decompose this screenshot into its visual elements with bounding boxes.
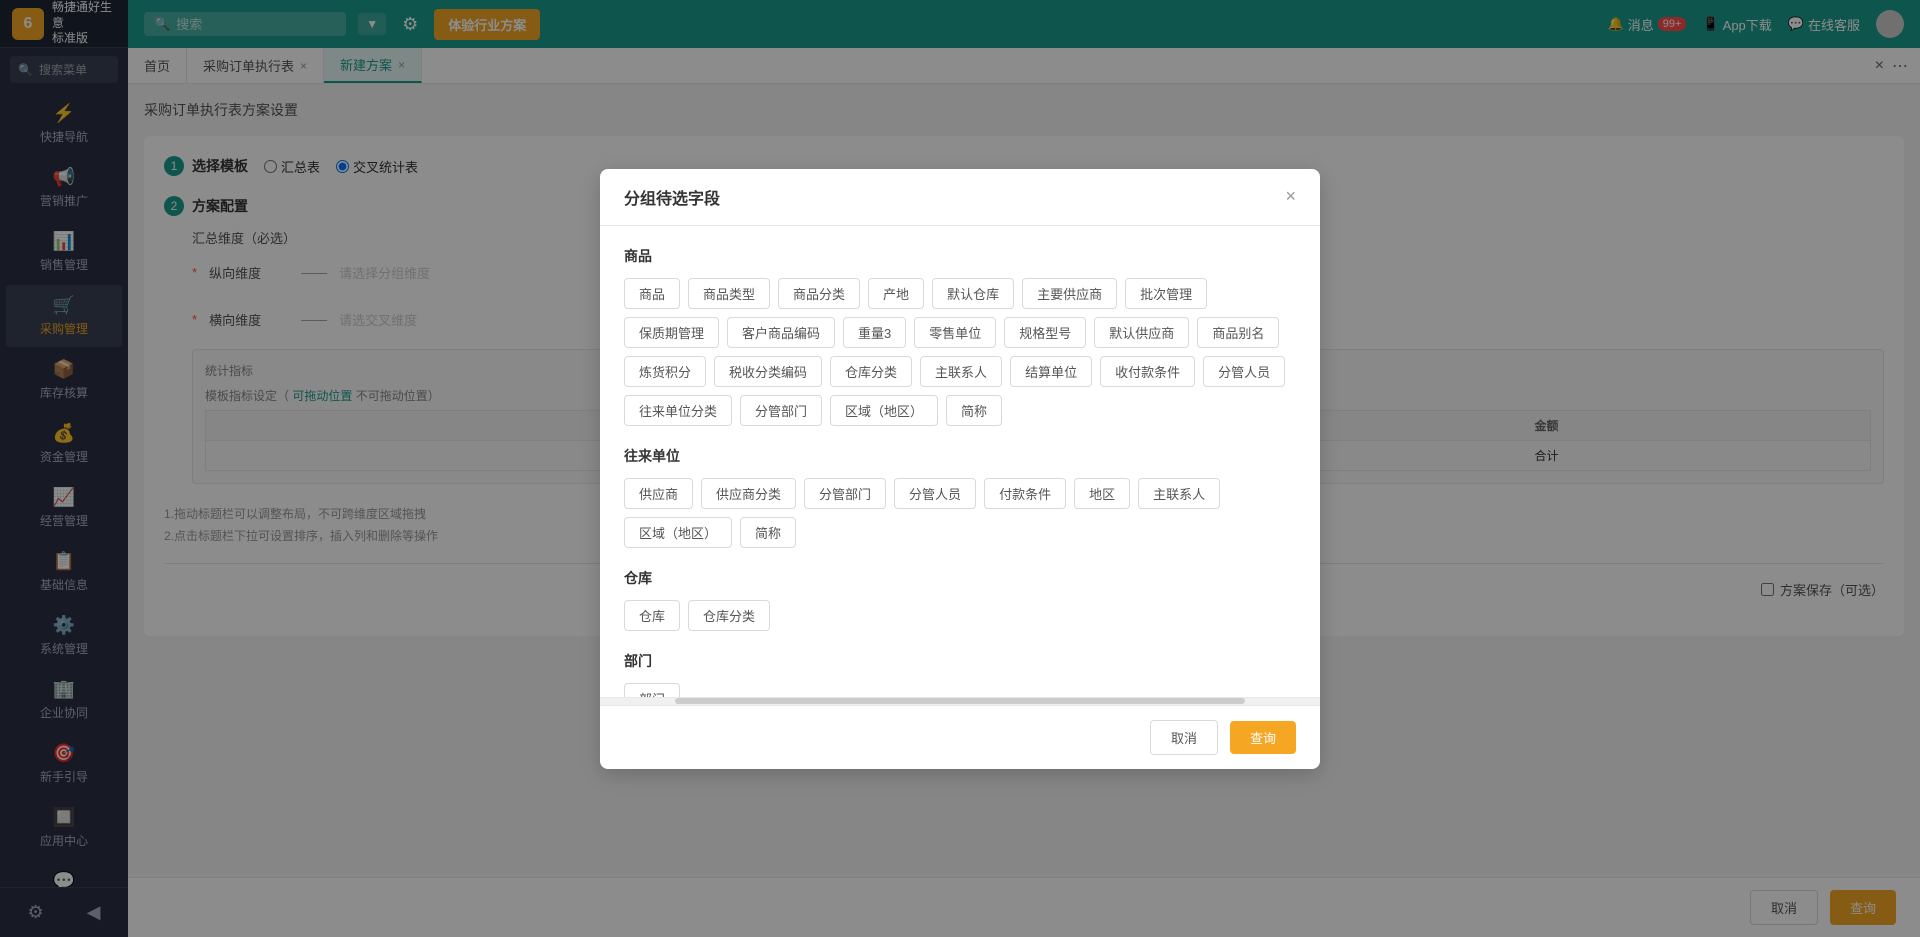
modal-section-tags-goods: 商品商品类型商品分类产地默认仓库主要供应商批次管理保质期管理客户商品编码重量3 零…: [624, 278, 1296, 426]
field-tag-goods-21[interactable]: 往来单位分类: [624, 395, 732, 426]
field-tag-goods-9[interactable]: 重量3: [843, 317, 906, 348]
modal-section-title-partner: 往来单位: [624, 446, 1296, 466]
modal-section-title-warehouse: 仓库: [624, 568, 1296, 588]
field-tag-partner-6[interactable]: 主联系人: [1138, 478, 1220, 509]
field-tag-goods-15[interactable]: 税收分类编码: [714, 356, 822, 387]
modal-section-warehouse: 仓库仓库仓库分类: [624, 568, 1296, 631]
field-tag-goods-18[interactable]: 结算单位: [1010, 356, 1092, 387]
field-tag-partner-0[interactable]: 供应商: [624, 478, 693, 509]
field-tag-goods-1[interactable]: 商品类型: [688, 278, 770, 309]
field-tag-goods-24[interactable]: 简称: [946, 395, 1002, 426]
field-tag-partner-5[interactable]: 地区: [1074, 478, 1130, 509]
modal-close-button[interactable]: ×: [1285, 186, 1296, 207]
field-tag-partner-1[interactable]: 供应商分类: [701, 478, 796, 509]
modal-horizontal-scrollbar[interactable]: [600, 697, 1320, 705]
field-tag-goods-20[interactable]: 分管人员: [1203, 356, 1285, 387]
modal-header: 分组待选字段 ×: [600, 169, 1320, 226]
field-tag-goods-2[interactable]: 商品分类: [778, 278, 860, 309]
field-tag-goods-8[interactable]: 客户商品编码: [727, 317, 835, 348]
modal-cancel-button[interactable]: 取消: [1150, 720, 1218, 755]
field-tag-goods-23[interactable]: 区域（地区）: [830, 395, 938, 426]
modal-title: 分组待选字段: [624, 185, 720, 209]
modal-footer: 取消 查询: [600, 705, 1320, 769]
field-tag-partner-8[interactable]: 简称: [740, 517, 796, 548]
field-tag-goods-19[interactable]: 收付款条件: [1100, 356, 1195, 387]
field-tag-goods-3[interactable]: 产地: [868, 278, 924, 309]
modal-hscroll-thumb: [675, 698, 1245, 704]
field-tag-partner-3[interactable]: 分管人员: [894, 478, 976, 509]
modal-confirm-button[interactable]: 查询: [1230, 721, 1296, 754]
field-tag-partner-2[interactable]: 分管部门: [804, 478, 886, 509]
field-tag-goods-11[interactable]: 规格型号: [1004, 317, 1086, 348]
modal-section-title-department: 部门: [624, 651, 1296, 671]
modal-overlay[interactable]: 分组待选字段 × 商品商品商品类型商品分类产地默认仓库主要供应商批次管理保质期管…: [0, 0, 1920, 937]
field-tag-goods-7[interactable]: 保质期管理: [624, 317, 719, 348]
field-tag-goods-17[interactable]: 主联系人: [920, 356, 1002, 387]
field-tag-goods-22[interactable]: 分管部门: [740, 395, 822, 426]
modal-section-tags-warehouse: 仓库仓库分类: [624, 600, 1296, 631]
field-tag-goods-5[interactable]: 主要供应商: [1022, 278, 1117, 309]
modal-section-tags-department: 部门: [624, 683, 1296, 697]
modal-section-title-goods: 商品: [624, 246, 1296, 266]
field-tag-partner-7[interactable]: 区域（地区）: [624, 517, 732, 548]
modal-dialog: 分组待选字段 × 商品商品商品类型商品分类产地默认仓库主要供应商批次管理保质期管…: [600, 169, 1320, 769]
field-tag-goods-10[interactable]: 零售单位: [914, 317, 996, 348]
field-tag-partner-4[interactable]: 付款条件: [984, 478, 1066, 509]
field-tag-goods-16[interactable]: 仓库分类: [830, 356, 912, 387]
field-tag-goods-4[interactable]: 默认仓库: [932, 278, 1014, 309]
modal-body: 商品商品商品类型商品分类产地默认仓库主要供应商批次管理保质期管理客户商品编码重量…: [600, 226, 1320, 697]
modal-section-partner: 往来单位供应商供应商分类分管部门分管人员付款条件地区主联系人区域（地区） 简称: [624, 446, 1296, 548]
modal-section-department: 部门部门: [624, 651, 1296, 697]
modal-section-tags-partner: 供应商供应商分类分管部门分管人员付款条件地区主联系人区域（地区） 简称: [624, 478, 1296, 548]
field-tag-goods-0[interactable]: 商品: [624, 278, 680, 309]
field-tag-department-0[interactable]: 部门: [624, 683, 680, 697]
field-tag-goods-13[interactable]: 商品别名: [1197, 317, 1279, 348]
field-tag-warehouse-1[interactable]: 仓库分类: [688, 600, 770, 631]
modal-section-goods: 商品商品商品类型商品分类产地默认仓库主要供应商批次管理保质期管理客户商品编码重量…: [624, 246, 1296, 426]
field-tag-warehouse-0[interactable]: 仓库: [624, 600, 680, 631]
field-tag-goods-12[interactable]: 默认供应商: [1094, 317, 1189, 348]
field-tag-goods-14[interactable]: 炼货积分: [624, 356, 706, 387]
field-tag-goods-6[interactable]: 批次管理: [1125, 278, 1207, 309]
